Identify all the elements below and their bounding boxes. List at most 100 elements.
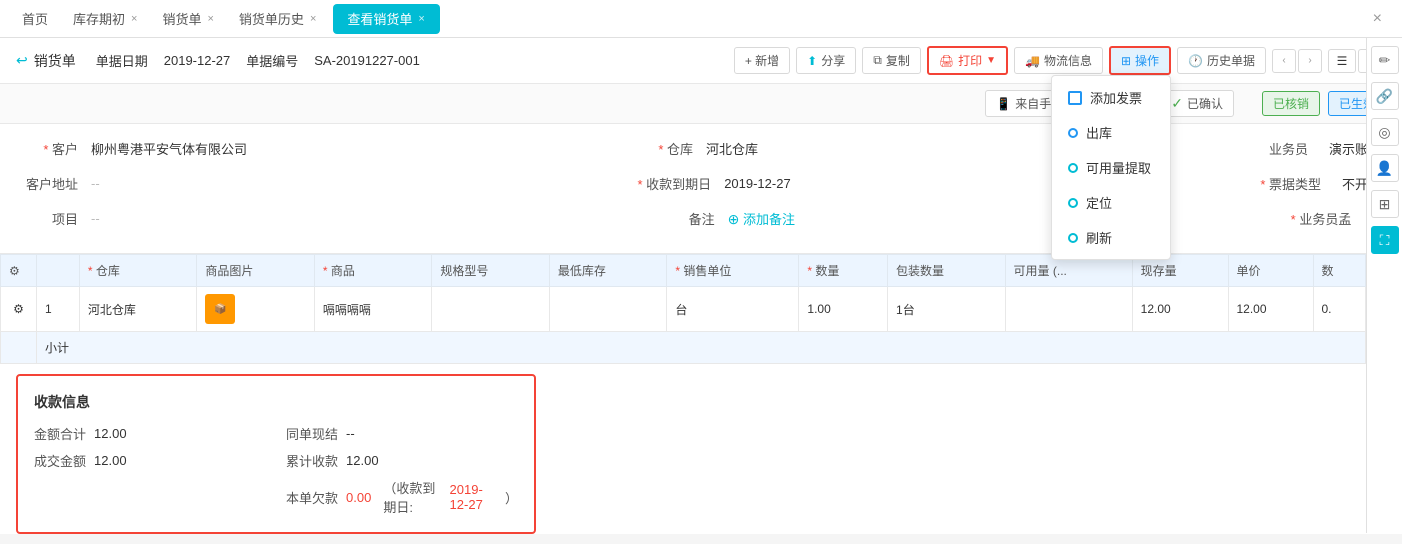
project-value[interactable]: -- xyxy=(86,208,653,229)
dropdown-outbound[interactable]: 出库 xyxy=(1052,115,1170,150)
tab-sales-history[interactable]: 销货单历史 × xyxy=(227,0,329,38)
col-warehouse: 仓库 xyxy=(79,255,197,287)
address-value[interactable]: -- xyxy=(86,173,638,194)
deal-amount-value: 12.00 xyxy=(94,453,127,468)
dropdown-refresh[interactable]: 刷新 xyxy=(1052,220,1170,255)
col-pack-qty: 包装数量 xyxy=(888,255,1006,287)
print-button[interactable]: 🖨 打印 ▼ xyxy=(927,46,1008,75)
row-stock[interactable]: 12.00 xyxy=(1132,287,1228,332)
close-all-tabs[interactable]: × xyxy=(1363,10,1392,28)
close-sales-history[interactable]: × xyxy=(310,13,316,25)
balance-due-value: 0.00 xyxy=(346,490,371,505)
same-settlement-value: -- xyxy=(346,426,355,441)
project-field: 项目 -- xyxy=(16,208,653,229)
accumulated-payment-value: 12.00 xyxy=(346,453,379,468)
staff-field: 业务员 演示账号 xyxy=(1246,136,1386,161)
copy-button[interactable]: ⧉ 复制 xyxy=(862,47,921,74)
col-spec: 规格型号 xyxy=(432,255,550,287)
sidebar-expand-icon[interactable]: ⛶ xyxy=(1371,226,1399,254)
close-inventory-init[interactable]: × xyxy=(131,13,137,25)
sidebar-circle-icon[interactable]: ◎ xyxy=(1371,118,1399,146)
row-image: 📦 xyxy=(197,287,315,332)
close-view-sales[interactable]: × xyxy=(418,13,424,25)
main-area: ↩ 销货单 单据日期 2019-12-27 单据编号 SA-20191227-0… xyxy=(0,38,1402,534)
tab-home[interactable]: 首页 xyxy=(10,0,61,38)
prev-arrow[interactable]: ‹ xyxy=(1272,49,1296,73)
warehouse-label: 仓库 xyxy=(631,139,701,158)
number-value: SA-20191227-001 xyxy=(314,53,420,68)
sidebar-edit-icon[interactable]: ✏ xyxy=(1371,46,1399,74)
tab-view-sales[interactable]: 查看销货单 × xyxy=(333,4,439,34)
row-settings[interactable]: ⚙ xyxy=(1,287,37,332)
payment-date-label: 收款到期日 xyxy=(638,174,720,193)
row-product[interactable]: 嗝嗝嗝嗝 xyxy=(314,287,432,332)
doc-icon: ↩ xyxy=(16,52,28,69)
info-total-amount: 金额合计 12.00 xyxy=(34,424,266,443)
available-qty-icon xyxy=(1068,163,1078,173)
col-num xyxy=(37,255,80,287)
row-more[interactable]: 0. xyxy=(1313,287,1366,332)
info-balance-due: 本单欠款 0.00 （收款到期日: 2019-12-27 ） xyxy=(286,478,518,516)
gear-icon: ⚙ xyxy=(13,302,24,316)
logistics-button[interactable]: 🚚 物流信息 xyxy=(1014,47,1103,74)
info-deal-amount: 成交金额 12.00 xyxy=(34,451,266,470)
total-amount-value: 12.00 xyxy=(94,426,127,441)
subtotal-label: 小计 xyxy=(37,332,1366,364)
address-field: 客户地址 -- xyxy=(16,173,638,194)
locate-icon xyxy=(1068,198,1078,208)
row-warehouse[interactable]: 河北仓库 xyxy=(79,287,197,332)
col-image: 商品图片 xyxy=(197,255,315,287)
table-row: ⚙ 1 河北仓库 📦 嗝嗝嗝嗝 台 1.00 1台 12.00 12.00 0. xyxy=(1,287,1366,332)
tab-inventory-init[interactable]: 库存期初 × xyxy=(61,0,150,38)
nav-arrows: ‹ › xyxy=(1272,49,1322,73)
row-unit-price[interactable]: 12.00 xyxy=(1228,287,1313,332)
row-num: 1 xyxy=(37,287,80,332)
dropdown-available-qty[interactable]: 可用量提取 xyxy=(1052,150,1170,185)
form-row-3: 项目 -- 备注 ⊕ 添加备注 业务员孟 -- xyxy=(16,206,1386,231)
sidebar-tag-icon[interactable]: ⊞ xyxy=(1371,190,1399,218)
ops-button[interactable]: ⊞ 操作 xyxy=(1109,46,1171,75)
share-button[interactable]: ⬆ 分享 xyxy=(796,47,856,74)
tab-sales-order[interactable]: 销货单 × xyxy=(150,0,226,38)
outbound-icon xyxy=(1068,128,1078,138)
next-arrow[interactable]: › xyxy=(1298,49,1322,73)
row-spec[interactable] xyxy=(432,287,550,332)
col-quantity: 数量 xyxy=(799,255,888,287)
new-button[interactable]: + 新增 xyxy=(734,47,790,74)
close-sales-order[interactable]: × xyxy=(207,13,213,25)
dropdown-add-invoice[interactable]: 添加发票 xyxy=(1052,80,1170,115)
row-available[interactable] xyxy=(1005,287,1132,332)
doc-header: ↩ 销货单 单据日期 2019-12-27 单据编号 SA-20191227-0… xyxy=(0,38,1402,84)
data-table: ⚙ 仓库 商品图片 商品 规格型号 最低库存 销售单位 数量 包装数量 可用量 … xyxy=(0,254,1366,364)
remark-value[interactable]: ⊕ 添加备注 xyxy=(723,206,1290,231)
dropdown-locate[interactable]: 定位 xyxy=(1052,185,1170,220)
date-value: 2019-12-27 xyxy=(164,53,231,68)
row-pack-qty[interactable]: 1台 xyxy=(888,287,1006,332)
row-sales-unit[interactable]: 台 xyxy=(667,287,799,332)
total-amount-label: 金额合计 xyxy=(34,424,86,443)
customer-value[interactable]: 柳州粤港平安气体有限公司 xyxy=(86,136,631,161)
list-view-btn[interactable]: ☰ xyxy=(1328,49,1356,73)
add-invoice-icon xyxy=(1068,91,1082,105)
col-product: 商品 xyxy=(314,255,432,287)
sidebar-link-icon[interactable]: 🔗 xyxy=(1371,82,1399,110)
row-min-stock[interactable] xyxy=(549,287,667,332)
payment-date-value[interactable]: 2019-12-27 xyxy=(719,173,1259,194)
customer-field: 客户 柳州粤港平安气体有限公司 xyxy=(16,136,631,161)
sales-label: 业务员孟 xyxy=(1289,209,1359,228)
sidebar-user-icon[interactable]: 👤 xyxy=(1371,154,1399,182)
form-section: 客户 柳州粤港平安气体有限公司 仓库 河北仓库 业务员 演示账号 客户地址 --… xyxy=(0,124,1402,254)
status-cancelled[interactable]: 已核销 xyxy=(1262,91,1320,116)
info-accumulated-payment: 累计收款 12.00 xyxy=(286,451,518,470)
refresh-menu-icon xyxy=(1068,233,1078,243)
accumulated-payment-label: 累计收款 xyxy=(286,451,338,470)
confirm-btn[interactable]: ✓ 已确认 xyxy=(1160,90,1234,117)
check-icon: ✓ xyxy=(1171,95,1183,112)
row-quantity[interactable]: 1.00 xyxy=(799,287,888,332)
info-empty xyxy=(34,478,266,516)
remark-label: 备注 xyxy=(653,209,723,228)
col-min-stock: 最低库存 xyxy=(549,255,667,287)
deal-amount-label: 成交金额 xyxy=(34,451,86,470)
tag-icon: ⊞ xyxy=(1379,196,1391,213)
history-button[interactable]: 🕐 历史单据 xyxy=(1177,47,1266,74)
